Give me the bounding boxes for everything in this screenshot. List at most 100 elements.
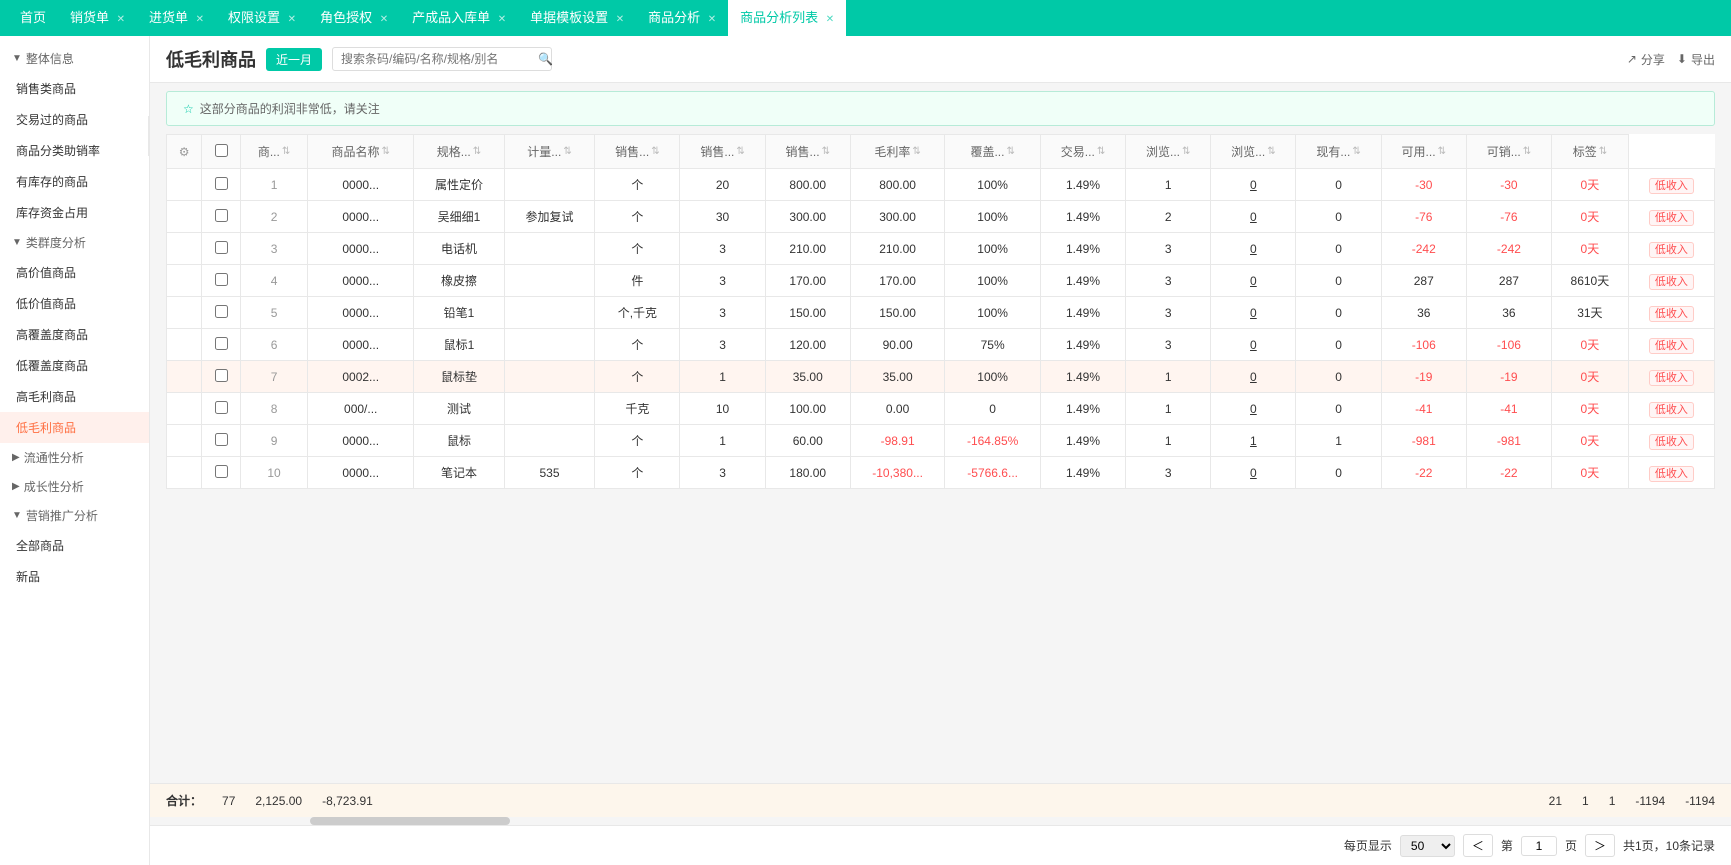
th-sale-amount[interactable]: 销售...⇅ xyxy=(765,135,850,169)
row-checkbox[interactable] xyxy=(215,241,228,254)
sidebar-collapse-button[interactable]: 《 xyxy=(148,116,150,156)
cell-browse1[interactable]: 1 xyxy=(1211,425,1296,457)
cell-browse1[interactable]: 0 xyxy=(1211,361,1296,393)
cell-browse1[interactable]: 0 xyxy=(1211,329,1296,361)
cell-browse1[interactable]: 0 xyxy=(1211,297,1296,329)
th-browse2[interactable]: 浏览...⇅ xyxy=(1211,135,1296,169)
sidebar-group-cluster[interactable]: ▼ 类群度分析 xyxy=(0,228,149,257)
cell-browse1[interactable]: 0 xyxy=(1211,233,1296,265)
th-transaction[interactable]: 交易...⇅ xyxy=(1040,135,1125,169)
row-checkbox[interactable] xyxy=(215,465,228,478)
th-sale-price[interactable]: 销售...⇅ xyxy=(680,135,765,169)
sort-icon: ⇅ xyxy=(382,146,390,157)
cell-checkbox[interactable] xyxy=(202,201,241,233)
close-icon[interactable]: ✕ xyxy=(616,14,624,25)
row-checkbox[interactable] xyxy=(215,177,228,190)
row-checkbox[interactable] xyxy=(215,273,228,286)
sidebar-item-high-gross[interactable]: 高毛利商品 xyxy=(0,381,149,412)
th-coverage[interactable]: 覆盖...⇅ xyxy=(945,135,1041,169)
sidebar-item-low-value[interactable]: 低价值商品 xyxy=(0,288,149,319)
close-icon[interactable]: ✕ xyxy=(196,14,204,25)
th-gross-rate[interactable]: 毛利率⇅ xyxy=(850,135,945,169)
sidebar-group-overall[interactable]: ▼ 整体信息 xyxy=(0,44,149,73)
cell-unit: 个 xyxy=(595,425,680,457)
nav-item-purchase[interactable]: 进货单 ✕ xyxy=(137,0,216,36)
sidebar-item-low-gross[interactable]: 低毛利商品 xyxy=(0,412,149,443)
sidebar-group-flow[interactable]: ▶ 流通性分析 xyxy=(0,443,149,472)
row-checkbox[interactable] xyxy=(215,209,228,222)
th-unit[interactable]: 计量...⇅ xyxy=(504,135,595,169)
row-checkbox[interactable] xyxy=(215,337,228,350)
share-button[interactable]: ↗ 分享 xyxy=(1627,51,1665,68)
th-code[interactable]: 商...⇅ xyxy=(240,135,307,169)
nav-item-analysis[interactable]: 商品分析 ✕ xyxy=(636,0,728,36)
filter-button[interactable]: 近一月 xyxy=(266,48,322,71)
th-tag[interactable]: 标签⇅ xyxy=(1552,135,1629,169)
cell-browse1[interactable]: 0 xyxy=(1211,201,1296,233)
close-icon[interactable]: ✕ xyxy=(826,14,834,25)
th-checkbox[interactable] xyxy=(202,135,241,169)
cell-checkbox[interactable] xyxy=(202,233,241,265)
sidebar-item-low-coverage[interactable]: 低覆盖度商品 xyxy=(0,350,149,381)
nav-item-sales[interactable]: 销货单 ✕ xyxy=(58,0,137,36)
th-current-stock[interactable]: 现有...⇅ xyxy=(1296,135,1381,169)
prev-page-button[interactable]: ＜ xyxy=(1463,834,1493,857)
next-page-button[interactable]: ＞ xyxy=(1585,834,1615,857)
cell-checkbox[interactable] xyxy=(202,265,241,297)
cell-checkbox[interactable] xyxy=(202,457,241,489)
cell-browse1[interactable]: 0 xyxy=(1211,457,1296,489)
export-button[interactable]: ⬇ 导出 xyxy=(1677,51,1715,68)
cell-checkbox[interactable] xyxy=(202,297,241,329)
th-name[interactable]: 商品名称⇅ xyxy=(308,135,414,169)
nav-item-product-in[interactable]: 产成品入库单 ✕ xyxy=(400,0,518,36)
sidebar-item-new-goods[interactable]: 新品 xyxy=(0,561,149,592)
totals-browse1: 1 xyxy=(1582,794,1589,808)
th-browse1[interactable]: 浏览...⇅ xyxy=(1126,135,1211,169)
cell-tag: 低收入 xyxy=(1628,297,1714,329)
nav-item-analysis-list[interactable]: 商品分析列表 ✕ xyxy=(728,0,846,36)
nav-item-template[interactable]: 单据模板设置 ✕ xyxy=(518,0,636,36)
close-icon[interactable]: ✕ xyxy=(117,14,125,25)
select-all-checkbox[interactable] xyxy=(215,144,228,157)
cell-checkbox[interactable] xyxy=(202,169,241,201)
sidebar-item-traded-goods[interactable]: 交易过的商品 xyxy=(0,104,149,135)
cell-checkbox[interactable] xyxy=(202,393,241,425)
cell-checkbox[interactable] xyxy=(202,329,241,361)
horizontal-scrollbar[interactable] xyxy=(150,817,1731,825)
th-sellable[interactable]: 可销...⇅ xyxy=(1466,135,1551,169)
cell-checkbox[interactable] xyxy=(202,361,241,393)
sidebar-item-inventory-capital[interactable]: 库存资金占用 xyxy=(0,197,149,228)
row-checkbox[interactable] xyxy=(215,369,228,382)
per-page-select[interactable]: 50 100 xyxy=(1400,835,1455,857)
th-available[interactable]: 可用...⇅ xyxy=(1381,135,1466,169)
search-icon[interactable]: 🔍 xyxy=(538,52,553,66)
row-checkbox[interactable] xyxy=(215,305,228,318)
nav-item-role[interactable]: 角色授权 ✕ xyxy=(308,0,400,36)
close-icon[interactable]: ✕ xyxy=(380,14,388,25)
cell-browse1[interactable]: 0 xyxy=(1211,169,1296,201)
cell-browse1[interactable]: 0 xyxy=(1211,393,1296,425)
row-checkbox[interactable] xyxy=(215,433,228,446)
th-settings[interactable]: ⚙ xyxy=(167,135,202,169)
nav-item-home[interactable]: 首页 xyxy=(8,0,58,36)
sidebar-item-in-stock[interactable]: 有库存的商品 xyxy=(0,166,149,197)
sidebar-item-sales-goods[interactable]: 销售类商品 xyxy=(0,73,149,104)
cell-checkbox[interactable] xyxy=(202,425,241,457)
th-spec[interactable]: 规格...⇅ xyxy=(414,135,505,169)
sidebar-item-all-goods[interactable]: 全部商品 xyxy=(0,530,149,561)
close-icon[interactable]: ✕ xyxy=(498,14,506,25)
sidebar-item-high-value[interactable]: 高价值商品 xyxy=(0,257,149,288)
th-sale-qty[interactable]: 销售...⇅ xyxy=(595,135,680,169)
page-number-input[interactable] xyxy=(1521,836,1557,856)
row-checkbox[interactable] xyxy=(215,401,228,414)
sidebar-item-category-rate[interactable]: 商品分类助销率 xyxy=(0,135,149,166)
cell-browse1[interactable]: 0 xyxy=(1211,265,1296,297)
close-icon[interactable]: ✕ xyxy=(708,14,716,25)
sidebar-group-marketing[interactable]: ▼ 营销推广分析 xyxy=(0,501,149,530)
sidebar-group-growth[interactable]: ▶ 成长性分析 xyxy=(0,472,149,501)
close-icon[interactable]: ✕ xyxy=(288,14,296,25)
scrollbar-thumb[interactable] xyxy=(310,817,510,825)
search-input[interactable] xyxy=(332,47,552,71)
nav-item-permission[interactable]: 权限设置 ✕ xyxy=(216,0,308,36)
sidebar-item-high-coverage[interactable]: 高覆盖度商品 xyxy=(0,319,149,350)
